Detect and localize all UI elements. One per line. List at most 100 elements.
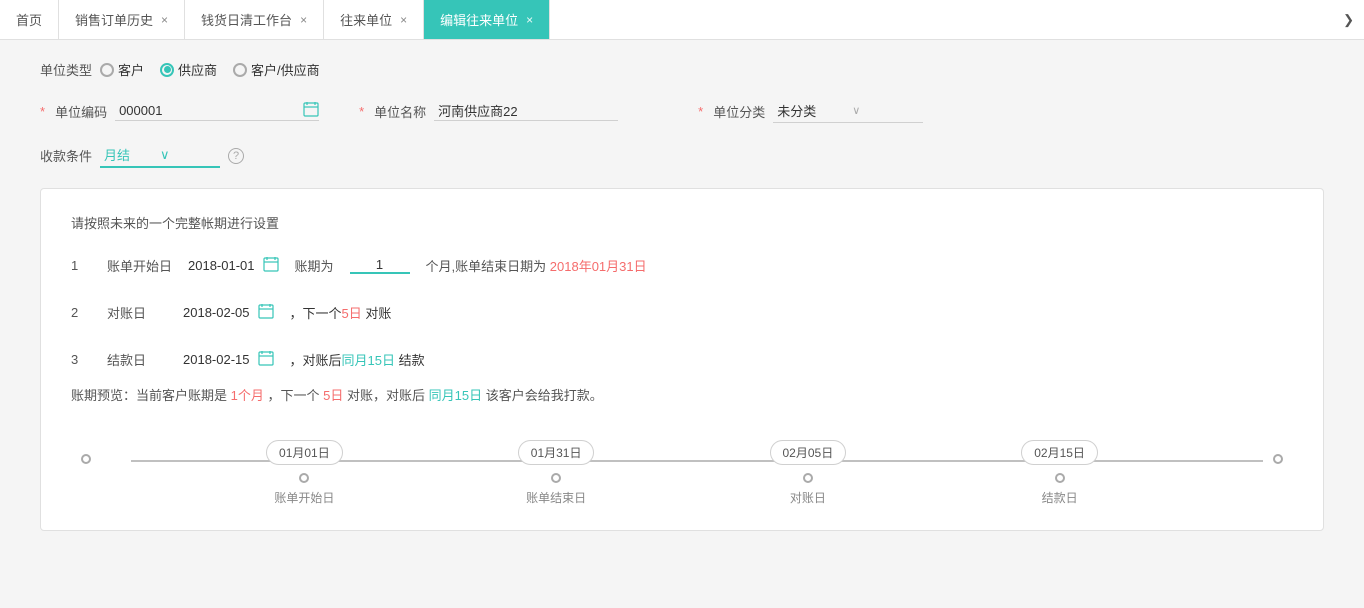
- end-date-highlight: 2018年01月31日: [550, 259, 647, 274]
- unit-name-label: 单位名称: [374, 102, 426, 121]
- close-icon[interactable]: ×: [161, 13, 168, 27]
- main-content: 单位类型 客户 供应商 客户/供应商 * 单位编码: [0, 40, 1364, 608]
- unit-type-row: 单位类型 客户 供应商 客户/供应商: [40, 60, 1324, 79]
- reconcile-suffix: ，下一个5日 对账: [290, 303, 392, 322]
- radio-customer-label: 客户: [118, 60, 144, 79]
- radio-circle-supplier: [160, 63, 174, 77]
- payment-condition-select[interactable]: 月结 ∨: [100, 143, 220, 168]
- tab-partner-units-label: 往来单位: [340, 10, 392, 29]
- preview-label: 账期预览：当前客户账期是: [71, 388, 227, 403]
- payment-condition-row: 收款条件 月结 ∨ ?: [40, 143, 1324, 168]
- timeline-node-payment: 02月15日 结款日: [1021, 440, 1098, 506]
- settings-title: 请按照未来的一个完整帐期进行设置: [71, 213, 1293, 232]
- radio-circle-both: [233, 63, 247, 77]
- radio-customer[interactable]: 客户: [100, 60, 144, 79]
- required-star-name: *: [359, 104, 364, 119]
- node-sub-payment: 结款日: [1042, 489, 1078, 506]
- tab-home-label: 首页: [16, 10, 42, 29]
- tab-sales-history[interactable]: 销售订单历史 ×: [59, 0, 185, 39]
- step-label-1: 账单开始日: [107, 256, 172, 275]
- step-num-1: 1: [71, 258, 91, 273]
- unit-type-radio-group: 客户 供应商 客户/供应商: [100, 60, 320, 79]
- help-icon[interactable]: ?: [228, 148, 244, 164]
- node-tag-end: 01月31日: [518, 440, 595, 465]
- payment-highlight: 同月15日: [342, 353, 395, 368]
- unit-name-input[interactable]: [434, 101, 618, 121]
- date-wrap-1: 2018-01-01: [188, 256, 279, 275]
- unit-code-input-wrap: [115, 101, 319, 121]
- calendar-icon-3[interactable]: [258, 350, 274, 369]
- tabs-more-button[interactable]: ❯: [1333, 12, 1364, 28]
- node-sub-start: 账单开始日: [274, 489, 334, 506]
- tab-partner-units[interactable]: 往来单位 ×: [324, 0, 424, 39]
- timeline-start-endpoint: [81, 454, 91, 464]
- preview-p3: 同月15日: [429, 388, 482, 403]
- step-num-2: 2: [71, 305, 91, 320]
- date-val-2: 2018-02-05: [183, 305, 250, 320]
- preview-p2: 5日: [323, 388, 343, 403]
- node-sub-end: 账单结束日: [526, 489, 586, 506]
- tab-sales-history-label: 销售订单历史: [75, 10, 153, 29]
- tab-cash-work[interactable]: 钱货日清工作台 ×: [185, 0, 324, 39]
- close-icon[interactable]: ×: [526, 13, 533, 27]
- chevron-down-icon: ∨: [852, 104, 919, 117]
- radio-supplier-label: 供应商: [178, 60, 217, 79]
- timeline-node-start: 01月01日 账单开始日: [266, 440, 343, 506]
- close-icon[interactable]: ×: [300, 13, 307, 27]
- unit-class-field: * 单位分类 未分类 ∨: [698, 99, 923, 123]
- close-icon[interactable]: ×: [400, 13, 407, 27]
- unit-code-input[interactable]: [115, 101, 299, 120]
- step-label-3: 结款日: [107, 350, 167, 369]
- preview-text: 账期预览：当前客户账期是 1个月 ，下一个 5日 对账，对账后 同月15日 该客…: [71, 385, 1293, 404]
- period-input[interactable]: [350, 257, 410, 274]
- settings-card: 请按照未来的一个完整帐期进行设置 1 账单开始日 2018-01-01 账期为 …: [40, 188, 1324, 531]
- timeline-nodes: 01月01日 账单开始日 01月31日 账单结束日 02月05日 对账日: [81, 440, 1283, 506]
- calendar-icon-1[interactable]: [263, 256, 279, 275]
- unit-code-field: * 单位编码: [40, 101, 319, 121]
- unit-type-field: 单位类型 客户 供应商 客户/供应商: [40, 60, 320, 79]
- tab-edit-partner-label: 编辑往来单位: [440, 10, 518, 29]
- timeline-node-reconcile: 02月05日 对账日: [770, 440, 847, 506]
- period-suffix-1: 个月,账单结束日期为 2018年01月31日: [426, 256, 647, 275]
- node-tag-reconcile: 02月05日: [770, 440, 847, 465]
- chevron-right-icon: ❯: [1343, 12, 1354, 27]
- calendar-icon-2[interactable]: [258, 303, 274, 322]
- node-tag-payment: 02月15日: [1021, 440, 1098, 465]
- tabs-bar: 首页 销售订单历史 × 钱货日清工作台 × 往来单位 × 编辑往来单位 × ❯: [0, 0, 1364, 40]
- settings-row-1: 1 账单开始日 2018-01-01 账期为 个月,账单结束日期为 2018年0…: [71, 256, 1293, 275]
- required-star-class: *: [698, 104, 703, 119]
- payment-condition-label: 收款条件: [40, 146, 92, 165]
- radio-supplier[interactable]: 供应商: [160, 60, 217, 79]
- required-star-code: *: [40, 104, 45, 119]
- node-sub-reconcile: 对账日: [790, 489, 826, 506]
- preview-p1: 1个月: [231, 388, 264, 403]
- payment-chevron-down-icon: ∨: [160, 147, 216, 163]
- radio-both[interactable]: 客户/供应商: [233, 60, 320, 79]
- settings-row-2: 2 对账日 2018-02-05 ，下一个5日 对账: [71, 303, 1293, 322]
- step-label-2: 对账日: [107, 303, 167, 322]
- unit-info-row: * 单位编码 * 单位名称 * 单位分类 未分类 ∨: [40, 99, 1324, 123]
- period-prefix-1: 账期为: [295, 256, 334, 275]
- unit-type-label: 单位类型: [40, 60, 92, 79]
- tab-edit-partner[interactable]: 编辑往来单位 ×: [424, 0, 550, 39]
- step-num-3: 3: [71, 352, 91, 367]
- timeline-end-endpoint: [1273, 454, 1283, 464]
- payment-condition-value: 月结: [104, 145, 160, 164]
- date-wrap-3: 2018-02-15: [183, 350, 274, 369]
- unit-code-label: 单位编码: [55, 102, 107, 121]
- settings-row-3: 3 结款日 2018-02-15 ，对账后同月15日 结款: [71, 350, 1293, 369]
- unit-class-select[interactable]: 未分类 ∨: [773, 99, 923, 123]
- date-wrap-2: 2018-02-05: [183, 303, 274, 322]
- timeline-node-end: 01月31日 账单结束日: [518, 440, 595, 506]
- reconcile-highlight: 5日: [342, 306, 362, 321]
- unit-class-value: 未分类: [777, 101, 844, 120]
- payment-suffix: ，对账后同月15日 结款: [290, 350, 425, 369]
- timeline-wrap: 01月01日 账单开始日 01月31日 账单结束日 02月05日 对账日: [71, 440, 1293, 506]
- node-tag-start: 01月01日: [266, 440, 343, 465]
- unit-class-label: 单位分类: [713, 102, 765, 121]
- tab-home[interactable]: 首页: [0, 0, 59, 39]
- radio-circle-customer: [100, 63, 114, 77]
- tab-cash-work-label: 钱货日清工作台: [201, 10, 292, 29]
- calendar-icon[interactable]: [303, 101, 319, 120]
- date-val-3: 2018-02-15: [183, 352, 250, 367]
